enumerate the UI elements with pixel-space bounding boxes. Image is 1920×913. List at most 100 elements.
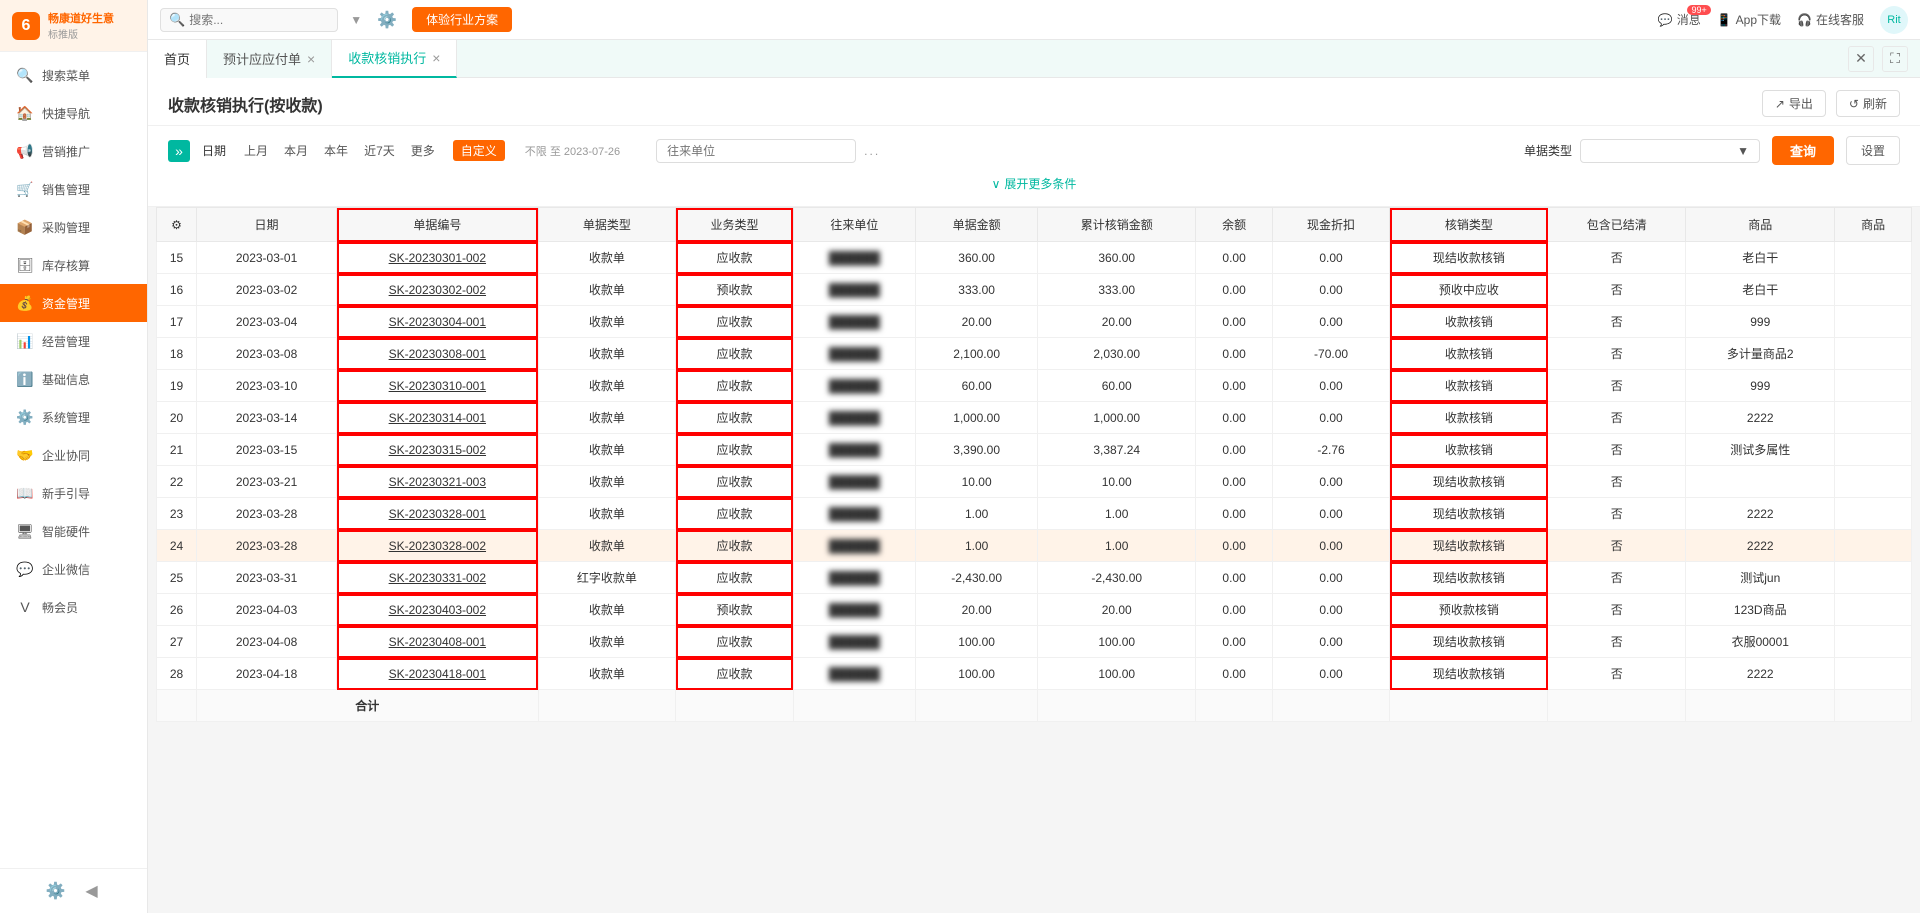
- sidebar-item-marketing[interactable]: 📢 营销推广: [0, 132, 147, 170]
- cell-bill-no[interactable]: SK-20230302-002: [337, 274, 538, 306]
- date-btn-近7天[interactable]: 近7天: [358, 140, 401, 161]
- cell-no: 16: [157, 274, 197, 306]
- gear-icon[interactable]: ⚙️: [374, 7, 400, 33]
- refresh-button[interactable]: ↺ 刷新: [1836, 90, 1900, 117]
- cell-bill-no[interactable]: SK-20230310-001: [337, 370, 538, 402]
- expand-more-button[interactable]: ∨ 展开更多条件: [168, 171, 1900, 196]
- cell-balance: 0.00: [1196, 402, 1273, 434]
- cell-biz-type: 应收款: [676, 498, 793, 530]
- online-service-button[interactable]: 🎧 在线客服: [1797, 11, 1864, 28]
- cell-writeoff-type: 现结收款核销: [1390, 658, 1548, 690]
- sidebar-item-inventory[interactable]: 🗄 库存核算: [0, 246, 147, 284]
- date-btn-本年[interactable]: 本年: [318, 140, 354, 161]
- date-btn-本月[interactable]: 本月: [278, 140, 314, 161]
- cell-bill-no[interactable]: SK-20230304-001: [337, 306, 538, 338]
- sidebar-label-system: 系统管理: [42, 409, 90, 426]
- tab-prepay-label: 预计应应付单: [223, 49, 301, 68]
- collapse-icon[interactable]: ◀: [78, 877, 106, 905]
- search-bar[interactable]: 🔍: [160, 8, 338, 32]
- sidebar-item-corp[interactable]: 🤝 企业协同: [0, 436, 147, 474]
- messages-button[interactable]: 💬 消息 99+: [1658, 11, 1701, 28]
- cell-discount: 0.00: [1272, 306, 1389, 338]
- date-btn-上月[interactable]: 上月: [238, 140, 274, 161]
- footer-cell-0: [157, 690, 197, 722]
- cell-discount: -70.00: [1272, 338, 1389, 370]
- sidebar-item-nav[interactable]: 🏠 快捷导航: [0, 94, 147, 132]
- sidebar: 6 畅康道好生意 标推版 🔍 搜索菜单🏠 快捷导航📢 营销推广🛒 销售管理📦 采…: [0, 0, 148, 913]
- cell-balance: 0.00: [1196, 658, 1273, 690]
- cell-bill-no[interactable]: SK-20230403-002: [337, 594, 538, 626]
- user-avatar[interactable]: Rit: [1880, 6, 1908, 34]
- sidebar-item-member[interactable]: V 畅会员: [0, 588, 147, 626]
- sidebar-item-operation[interactable]: 📊 经营管理: [0, 322, 147, 360]
- sidebar-item-system[interactable]: ⚙️ 系统管理: [0, 398, 147, 436]
- cell-included: 否: [1548, 306, 1686, 338]
- sidebar-item-finance[interactable]: 💰 资金管理: [0, 284, 147, 322]
- sidebar-item-purchase[interactable]: 📦 采购管理: [0, 208, 147, 246]
- tab-prepay[interactable]: 预计应应付单 ×: [207, 40, 332, 78]
- cell-bill-no[interactable]: SK-20230331-002: [337, 562, 538, 594]
- tab-prepay-close[interactable]: ×: [307, 52, 315, 66]
- cell-bill-no[interactable]: SK-20230308-001: [337, 338, 538, 370]
- solution-button[interactable]: 体验行业方案: [412, 7, 512, 32]
- sidebar-item-sales[interactable]: 🛒 销售管理: [0, 170, 147, 208]
- cell-product: 多计量商品2: [1686, 338, 1835, 370]
- sidebar-item-basic[interactable]: ℹ️ 基础信息: [0, 360, 147, 398]
- cell-bill-no[interactable]: SK-20230314-001: [337, 402, 538, 434]
- query-button[interactable]: 查询: [1772, 136, 1834, 165]
- bill-type-select[interactable]: ▼: [1580, 139, 1760, 163]
- cell-balance: 0.00: [1196, 498, 1273, 530]
- unit-input[interactable]: [656, 139, 856, 163]
- sidebar-item-search[interactable]: 🔍 搜索菜单: [0, 56, 147, 94]
- export-button[interactable]: ↗ 导出: [1762, 90, 1826, 117]
- cell-bill-no[interactable]: SK-20230321-003: [337, 466, 538, 498]
- cell-unit: ██████: [793, 530, 915, 562]
- settings-bottom-icon[interactable]: ⚙️: [42, 877, 70, 905]
- cell-bill-no[interactable]: SK-20230328-002: [337, 530, 538, 562]
- sidebar-item-hardware[interactable]: 🖥 智能硬件: [0, 512, 147, 550]
- tab-collection[interactable]: 收款核销执行 ×: [332, 40, 457, 78]
- settings-button[interactable]: 设置: [1846, 136, 1900, 165]
- cell-no: 17: [157, 306, 197, 338]
- cell-biz-type: 应收款: [676, 338, 793, 370]
- cell-product-img: [1835, 658, 1912, 690]
- sidebar-item-guide[interactable]: 📖 新手引导: [0, 474, 147, 512]
- data-table: ⚙日期单据编号单据类型业务类型往来单位单据金额累计核销金额余额现金折扣核销类型包…: [156, 207, 1912, 722]
- cell-bill-no[interactable]: SK-20230315-002: [337, 434, 538, 466]
- cell-discount: 0.00: [1272, 274, 1389, 306]
- col-header-0: ⚙: [157, 208, 197, 242]
- cell-amount: 1.00: [916, 498, 1038, 530]
- cell-included: 否: [1548, 274, 1686, 306]
- unit-select-dots[interactable]: ...: [864, 144, 880, 158]
- tab-expand-icon[interactable]: ⛶: [1882, 46, 1908, 72]
- tab-home[interactable]: 首页: [148, 40, 207, 78]
- cell-unit: ██████: [793, 594, 915, 626]
- sidebar-label-hardware: 智能硬件: [42, 523, 90, 540]
- sidebar-label-marketing: 营销推广: [42, 143, 90, 160]
- cell-bill-no[interactable]: SK-20230408-001: [337, 626, 538, 658]
- tab-collection-close[interactable]: ×: [432, 51, 440, 65]
- sidebar-item-wechat[interactable]: 💬 企业微信: [0, 550, 147, 588]
- cell-write-off: 100.00: [1038, 626, 1196, 658]
- date-btn-更多[interactable]: 更多: [405, 140, 441, 161]
- cell-unit: ██████: [793, 658, 915, 690]
- cell-bill-no[interactable]: SK-20230418-001: [337, 658, 538, 690]
- sidebar-label-wechat: 企业微信: [42, 561, 90, 578]
- tab-close-icon[interactable]: ✕: [1848, 46, 1874, 72]
- app-download-button[interactable]: 📱 App下载: [1717, 11, 1781, 28]
- col-settings-icon[interactable]: ⚙: [171, 218, 182, 232]
- system-icon: ⚙️: [16, 408, 34, 426]
- cell-write-off: 10.00: [1038, 466, 1196, 498]
- filter-toggle-button[interactable]: »: [168, 140, 190, 162]
- search-input[interactable]: [189, 13, 329, 27]
- cell-bill-no[interactable]: SK-20230328-001: [337, 498, 538, 530]
- cell-included: 否: [1548, 626, 1686, 658]
- col-header-3: 单据类型: [538, 208, 676, 242]
- cell-date: 2023-03-02: [197, 274, 337, 306]
- dropdown-arrow-icon[interactable]: ▼: [350, 13, 362, 27]
- cell-bill-no[interactable]: SK-20230301-002: [337, 242, 538, 274]
- message-icon: 💬: [1658, 13, 1673, 27]
- cell-bill-type: 收款单: [538, 530, 676, 562]
- cell-date: 2023-03-08: [197, 338, 337, 370]
- custom-date-button[interactable]: 自定义: [453, 140, 505, 161]
